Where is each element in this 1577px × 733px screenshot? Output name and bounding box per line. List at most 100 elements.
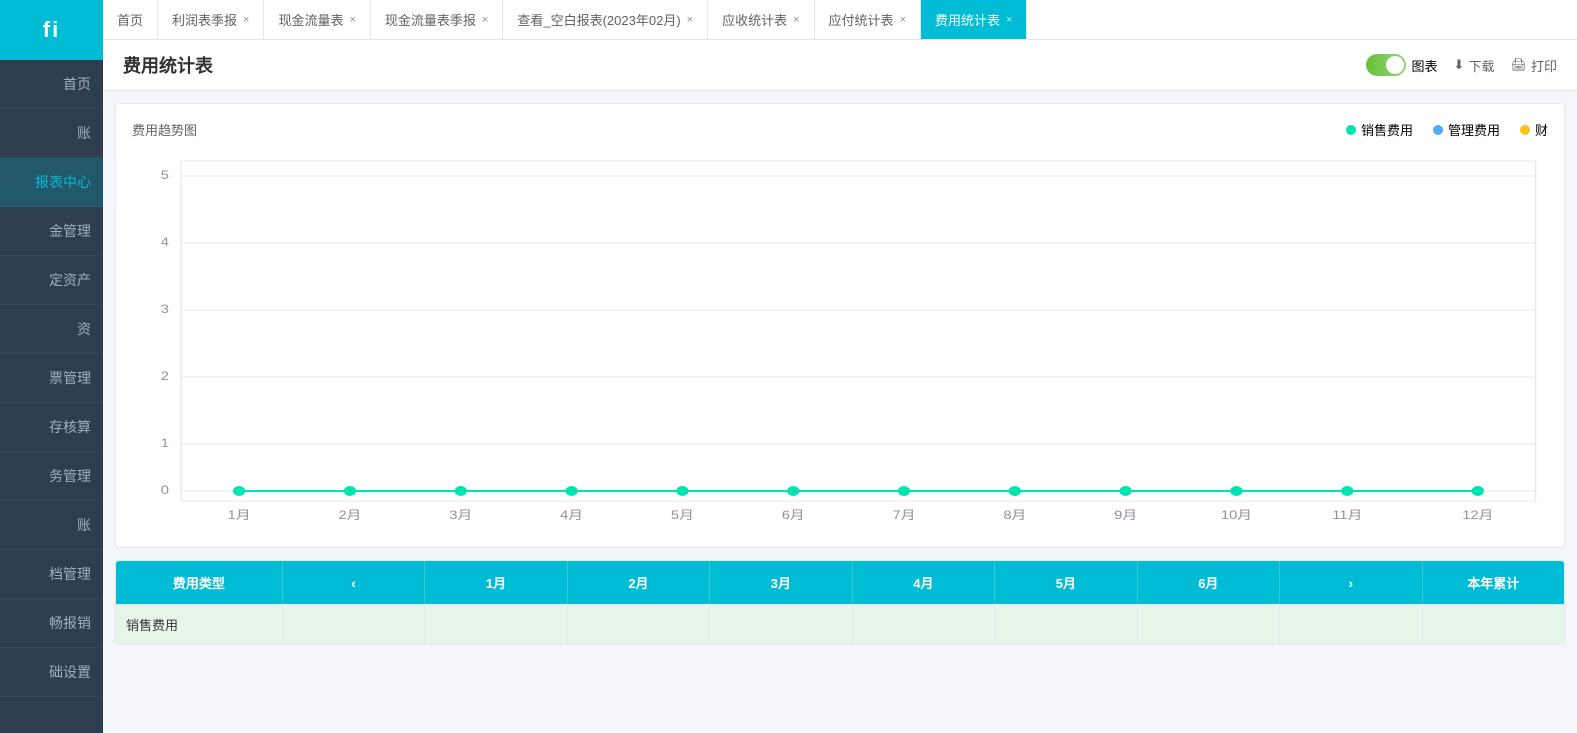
tab-close-icon[interactable]: × xyxy=(349,14,355,26)
sidebar-item-assets[interactable]: 定资产 xyxy=(0,256,103,305)
table-header-nav-next[interactable]: › xyxy=(1280,561,1422,604)
sidebar-item-archive[interactable]: 档管理 xyxy=(0,550,103,599)
chart-title: 费用趋势图 xyxy=(132,120,197,139)
svg-text:9月: 9月 xyxy=(1114,508,1137,521)
table-header-month6: 6月 xyxy=(1138,561,1280,604)
table-header-month2: 2月 xyxy=(568,561,710,604)
svg-text:2: 2 xyxy=(161,369,169,382)
sidebar-item-label: 首页 xyxy=(63,74,91,94)
table-cell-val2 xyxy=(568,605,710,644)
table-header-month4-label: 4月 xyxy=(913,573,933,592)
sidebar-item-sales[interactable]: 畅报销 xyxy=(0,599,103,648)
chart-toggle-label: 图表 xyxy=(1412,56,1438,75)
table-header-type: 费用类型 xyxy=(116,561,283,604)
sidebar-item-invoice[interactable]: 票管理 xyxy=(0,354,103,403)
tab-blank[interactable]: 查看_空白报表(2023年02月) × xyxy=(503,0,708,40)
table-header: 费用类型 ‹ 1月 2月 3月 4月 xyxy=(116,561,1564,604)
table-header-nav-prev[interactable]: ‹ xyxy=(283,561,425,604)
legend-label-sales: 销售费用 xyxy=(1361,120,1413,139)
svg-text:5月: 5月 xyxy=(671,508,694,521)
sidebar-item-label: 账 xyxy=(77,515,91,535)
tab-ar[interactable]: 应收统计表 × xyxy=(708,0,814,40)
tab-label: 费用统计表 xyxy=(935,10,1000,29)
sidebar-item-service[interactable]: 务管理 xyxy=(0,452,103,501)
legend-label-mgmt: 管理费用 xyxy=(1448,120,1500,139)
sidebar-item-ledger[interactable]: 账 xyxy=(0,109,103,158)
chart-header: 费用趋势图 销售费用 管理费用 财 xyxy=(132,120,1548,139)
next-arrow-icon[interactable]: › xyxy=(1348,575,1353,591)
sidebar-item-cash[interactable]: 金管理 xyxy=(0,207,103,256)
print-label: 打印 xyxy=(1531,56,1557,75)
main-content: 首页 利润表季报 × 现金流量表 × 现金流量表季报 × 查看_空白报表(202… xyxy=(103,0,1577,733)
sidebar-item-label: 存核算 xyxy=(49,417,91,437)
sidebar-item-investment[interactable]: 资 xyxy=(0,305,103,354)
tab-label: 首页 xyxy=(117,10,143,29)
chart-area: 5 4 3 2 1 0 xyxy=(132,151,1548,531)
tab-cashflowq[interactable]: 现金流量表季报 × xyxy=(371,0,503,40)
tab-profit[interactable]: 利润表季报 × xyxy=(158,0,264,40)
table-header-month6-label: 6月 xyxy=(1198,573,1218,592)
tab-close-icon[interactable]: × xyxy=(243,14,249,26)
tab-cashflow[interactable]: 现金流量表 × xyxy=(264,0,370,40)
sidebar-item-inventory[interactable]: 存核算 xyxy=(0,403,103,452)
svg-text:6月: 6月 xyxy=(782,508,805,521)
svg-text:10月: 10月 xyxy=(1221,508,1252,521)
table-cell-type: 销售费用 xyxy=(116,605,283,644)
sidebar-item-reports[interactable]: 报表中心 xyxy=(0,158,103,207)
chart-toggle[interactable] xyxy=(1366,54,1406,76)
sidebar-nav: 首页 账 报表中心 金管理 定资产 资 票管理 存核算 xyxy=(0,60,103,733)
chart-section: 费用趋势图 销售费用 管理费用 财 xyxy=(115,103,1565,548)
chart-point xyxy=(455,486,467,496)
page-content: 费用统计表 图表 ⬇ 下载 🖨 打印 xyxy=(103,40,1577,733)
tab-close-icon[interactable]: × xyxy=(900,14,906,26)
table-cell-val5 xyxy=(995,605,1137,644)
svg-text:4: 4 xyxy=(161,235,170,248)
print-button[interactable]: 🖨 打印 xyxy=(1510,56,1557,75)
tab-close-icon[interactable]: × xyxy=(482,14,488,26)
sidebar-item-account[interactable]: 账 xyxy=(0,501,103,550)
sidebar-item-label: 务管理 xyxy=(49,466,91,486)
prev-arrow-icon[interactable]: ‹ xyxy=(351,575,356,591)
legend-finance: 财 xyxy=(1520,120,1548,139)
table-header-total: 本年累计 xyxy=(1423,561,1564,604)
table-cell-total xyxy=(1423,605,1564,644)
chart-point xyxy=(1472,486,1484,496)
download-button[interactable]: ⬇ 下载 xyxy=(1454,56,1495,75)
legend-dot-finance xyxy=(1520,125,1530,135)
sidebar-item-settings[interactable]: 础设置 xyxy=(0,648,103,697)
chart-toggle-container: 图表 xyxy=(1366,54,1438,76)
tab-close-icon[interactable]: × xyxy=(1006,14,1012,26)
sidebar-item-home[interactable]: 首页 xyxy=(0,60,103,109)
svg-text:1: 1 xyxy=(161,436,169,449)
table-header-month3: 3月 xyxy=(710,561,852,604)
tab-ap[interactable]: 应付统计表 × xyxy=(815,0,921,40)
tab-label: 现金流量表 xyxy=(278,10,343,29)
svg-text:8月: 8月 xyxy=(1003,508,1026,521)
sidebar-item-label: 定资产 xyxy=(49,270,91,290)
tab-close-icon[interactable]: × xyxy=(687,14,693,26)
chart-point xyxy=(1341,486,1353,496)
legend-label-finance: 财 xyxy=(1535,120,1548,139)
svg-text:3月: 3月 xyxy=(449,508,472,521)
sidebar-item-label: 资 xyxy=(77,319,91,339)
svg-text:5: 5 xyxy=(161,168,169,181)
tab-home[interactable]: 首页 xyxy=(103,0,158,40)
legend-sales: 销售费用 xyxy=(1346,120,1413,139)
chart-point xyxy=(233,486,245,496)
tab-label: 查看_空白报表(2023年02月) xyxy=(517,10,680,29)
sidebar: fi 首页 账 报表中心 金管理 定资产 资 票管理 xyxy=(0,0,103,733)
table-cell-val3 xyxy=(710,605,852,644)
tab-expense[interactable]: 费用统计表 × xyxy=(921,0,1027,40)
svg-text:3: 3 xyxy=(161,302,169,315)
legend-dot-mgmt xyxy=(1433,125,1443,135)
page-title: 费用统计表 xyxy=(123,52,213,78)
table-cell-val6 xyxy=(1138,605,1280,644)
tab-close-icon[interactable]: × xyxy=(793,14,799,26)
print-icon: 🖨 xyxy=(1510,57,1527,73)
svg-text:7月: 7月 xyxy=(893,508,916,521)
data-table: 费用类型 ‹ 1月 2月 3月 4月 xyxy=(115,560,1565,645)
chart-point xyxy=(1120,486,1132,496)
tab-label: 应收统计表 xyxy=(722,10,787,29)
table-header-month1-label: 1月 xyxy=(486,573,506,592)
sidebar-item-label: 票管理 xyxy=(49,368,91,388)
